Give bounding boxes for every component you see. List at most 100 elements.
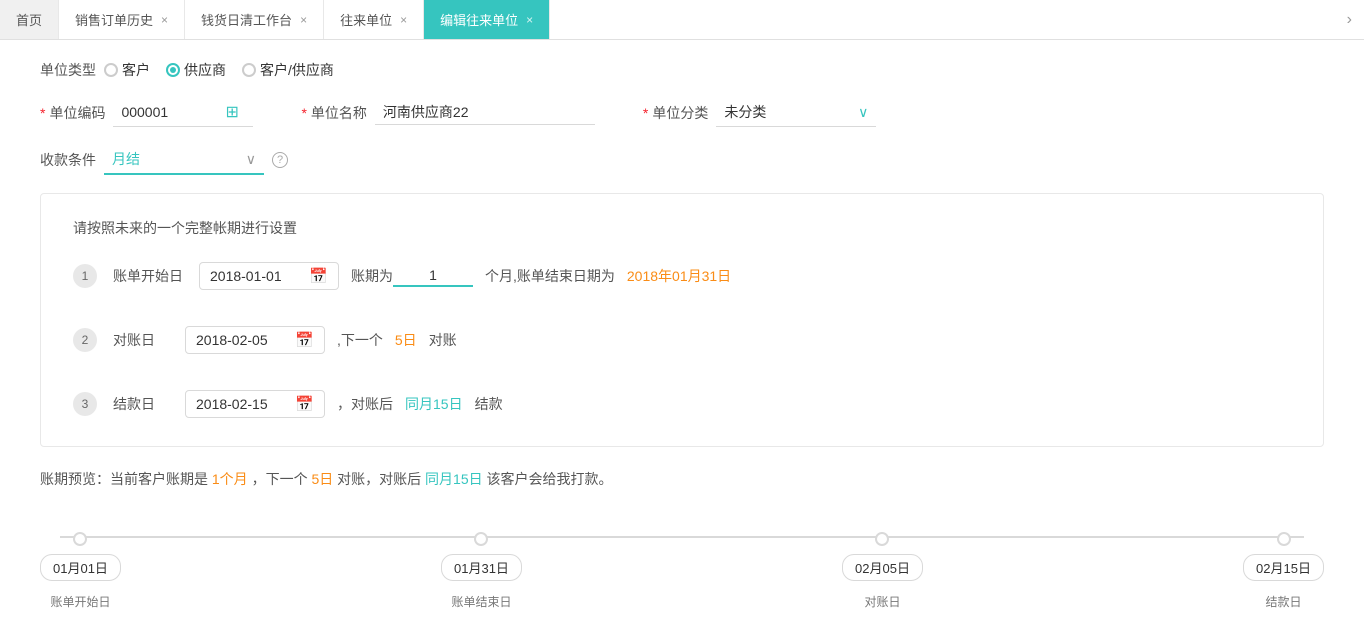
- unit-category-star: *: [643, 105, 648, 121]
- payment-row: 收款条件 月结 ∨ ?: [40, 145, 1324, 175]
- settings-row-2: 2 对账日 2018-02-05 📅 ,下一个 5日 对账: [73, 322, 1291, 358]
- tab-sales-history[interactable]: 销售订单历史 ×: [59, 0, 185, 39]
- preview-between1: ，下一个: [252, 471, 308, 487]
- unit-code-icon[interactable]: ⊞: [225, 102, 238, 122]
- payment-value: 月结: [112, 149, 238, 169]
- main-content: 单位类型 客户 供应商 客户/供应商 * 单位编码: [0, 40, 1364, 630]
- row-label-1: 账单开始日: [113, 266, 183, 286]
- unit-category-arrow: ∨: [858, 104, 868, 121]
- preview-payment-day: 同月15日: [425, 471, 483, 487]
- payment-date-input[interactable]: 2018-02-15 📅: [185, 390, 325, 418]
- period-suffix: 个月,账单结束日期为: [485, 266, 615, 286]
- payment-date-value: 2018-02-15: [196, 396, 287, 412]
- tab-cash-work-close[interactable]: ×: [300, 13, 307, 27]
- payment-arrow: ∨: [246, 151, 256, 168]
- start-date-icon: 📅: [309, 267, 328, 285]
- unit-code-input[interactable]: [121, 104, 221, 120]
- payment-help-icon[interactable]: ?: [272, 152, 288, 168]
- unit-name-star: *: [301, 105, 306, 121]
- timeline-dot-2: [875, 532, 889, 546]
- timeline-date-0: 01月01日: [40, 554, 121, 581]
- timeline-item-1: 01月31日 账单结束日: [441, 532, 522, 610]
- timeline-dot-3: [1277, 532, 1291, 546]
- timeline-date-3: 02月15日: [1243, 554, 1324, 581]
- payment-suffix: 结款: [475, 394, 503, 414]
- radio-supplier[interactable]: 供应商: [166, 60, 226, 80]
- tab-nav-arrow[interactable]: ›: [1335, 11, 1364, 29]
- unit-category-value: 未分类: [724, 102, 850, 122]
- tab-sales-history-label: 销售订单历史: [75, 10, 153, 29]
- tab-partner[interactable]: 往来单位 ×: [324, 0, 424, 39]
- radio-both-circle: [242, 63, 256, 77]
- unit-code-star: *: [40, 105, 45, 121]
- period-label: 账期为: [351, 266, 393, 286]
- row-number-2: 2: [73, 328, 97, 352]
- settings-row-3: 3 结款日 2018-02-15 📅 ，对账后 同月15日 结款: [73, 386, 1291, 422]
- timeline-date-2: 02月05日: [842, 554, 923, 581]
- payment-group: 收款条件 月结 ∨ ?: [40, 145, 288, 175]
- unit-name-input[interactable]: [375, 100, 595, 125]
- preview-section: 账期预览：当前客户账期是 1个月 ，下一个 5日 对账，对账后 同月15日 该客…: [40, 467, 1324, 492]
- unit-type-group: 单位类型 客户 供应商 客户/供应商: [40, 60, 334, 80]
- timeline-item-2: 02月05日 对账日: [842, 532, 923, 610]
- row-number-1: 1: [73, 264, 97, 288]
- radio-customer-circle: [104, 63, 118, 77]
- tab-home-label: 首页: [16, 10, 42, 29]
- tab-cash-work-label: 钱货日清工作台: [201, 10, 292, 29]
- timeline-item-0: 01月01日 账单开始日: [40, 532, 121, 610]
- row-label-3: 结款日: [113, 394, 169, 414]
- radio-supplier-label: 供应商: [184, 60, 226, 80]
- timeline-item-3: 02月15日 结款日: [1243, 532, 1324, 610]
- payment-highlight: 同月15日: [405, 394, 463, 414]
- radio-group: 客户 供应商 客户/供应商: [104, 60, 334, 80]
- start-date-input[interactable]: 2018-01-01 📅: [199, 262, 339, 290]
- tab-edit-partner-label: 编辑往来单位: [440, 10, 518, 29]
- tab-partner-close[interactable]: ×: [400, 13, 407, 27]
- preview-period: 1个月: [212, 471, 248, 487]
- unit-type-label: 单位类型: [40, 60, 96, 80]
- preview-day: 5日: [311, 471, 333, 487]
- tab-edit-partner-close[interactable]: ×: [526, 13, 533, 27]
- settings-row-1: 1 账单开始日 2018-01-01 📅 账期为 个月,账单结束日期为 2018…: [73, 258, 1291, 294]
- reconcile-prefix: ,下一个: [337, 330, 383, 350]
- unit-category-group: * 单位分类 未分类 ∨: [643, 98, 876, 127]
- reconcile-suffix: 对账: [429, 330, 457, 350]
- reconcile-date-icon: 📅: [295, 331, 314, 349]
- tab-home[interactable]: 首页: [0, 0, 59, 39]
- unit-code-input-wrapper: ⊞: [113, 98, 253, 127]
- row-label-2: 对账日: [113, 330, 169, 350]
- tab-bar: 首页 销售订单历史 × 钱货日清工作台 × 往来单位 × 编辑往来单位 × ›: [0, 0, 1364, 40]
- timeline-items: 01月01日 账单开始日 01月31日 账单结束日 02月05日 对账日 02月…: [40, 532, 1324, 610]
- settings-title: 请按照未来的一个完整帐期进行设置: [73, 218, 1291, 238]
- tab-edit-partner[interactable]: 编辑往来单位 ×: [424, 0, 550, 39]
- reconcile-date-input[interactable]: 2018-02-05 📅: [185, 326, 325, 354]
- unit-category-select[interactable]: 未分类 ∨: [716, 98, 876, 127]
- timeline: 01月01日 账单开始日 01月31日 账单结束日 02月05日 对账日 02月…: [40, 516, 1324, 610]
- timeline-dot-0: [73, 532, 87, 546]
- payment-select[interactable]: 月结 ∨: [104, 145, 264, 175]
- tab-cash-work[interactable]: 钱货日清工作台 ×: [185, 0, 324, 39]
- tab-sales-history-close[interactable]: ×: [161, 13, 168, 27]
- payment-prefix: ，对账后: [337, 394, 393, 414]
- start-date-value: 2018-01-01: [210, 268, 301, 284]
- radio-customer[interactable]: 客户: [104, 60, 150, 80]
- radio-supplier-circle: [166, 63, 180, 77]
- period-end-date: 2018年01月31日: [627, 266, 731, 286]
- timeline-dot-1: [474, 532, 488, 546]
- reconcile-highlight: 5日: [395, 330, 417, 350]
- period-input[interactable]: [393, 265, 473, 287]
- tab-partner-label: 往来单位: [340, 10, 392, 29]
- preview-suffix: 该客户会给我打款。: [487, 471, 613, 487]
- row-number-3: 3: [73, 392, 97, 416]
- settings-box: 请按照未来的一个完整帐期进行设置 1 账单开始日 2018-01-01 📅 账期…: [40, 193, 1324, 447]
- timeline-date-1: 01月31日: [441, 554, 522, 581]
- payment-date-icon: 📅: [295, 395, 314, 413]
- preview-prefix: 账期预览：当前客户账期是: [40, 471, 208, 487]
- reconcile-date-value: 2018-02-05: [196, 332, 287, 348]
- unit-code-group: * 单位编码 ⊞: [40, 98, 253, 127]
- radio-customer-label: 客户: [122, 60, 150, 80]
- unit-name-label: 单位名称: [311, 103, 367, 123]
- preview-between2: 对账，对账后: [337, 471, 421, 487]
- unit-info-row: * 单位编码 ⊞ * 单位名称 * 单位分类 未分类 ∨: [40, 98, 1324, 127]
- radio-both[interactable]: 客户/供应商: [242, 60, 334, 80]
